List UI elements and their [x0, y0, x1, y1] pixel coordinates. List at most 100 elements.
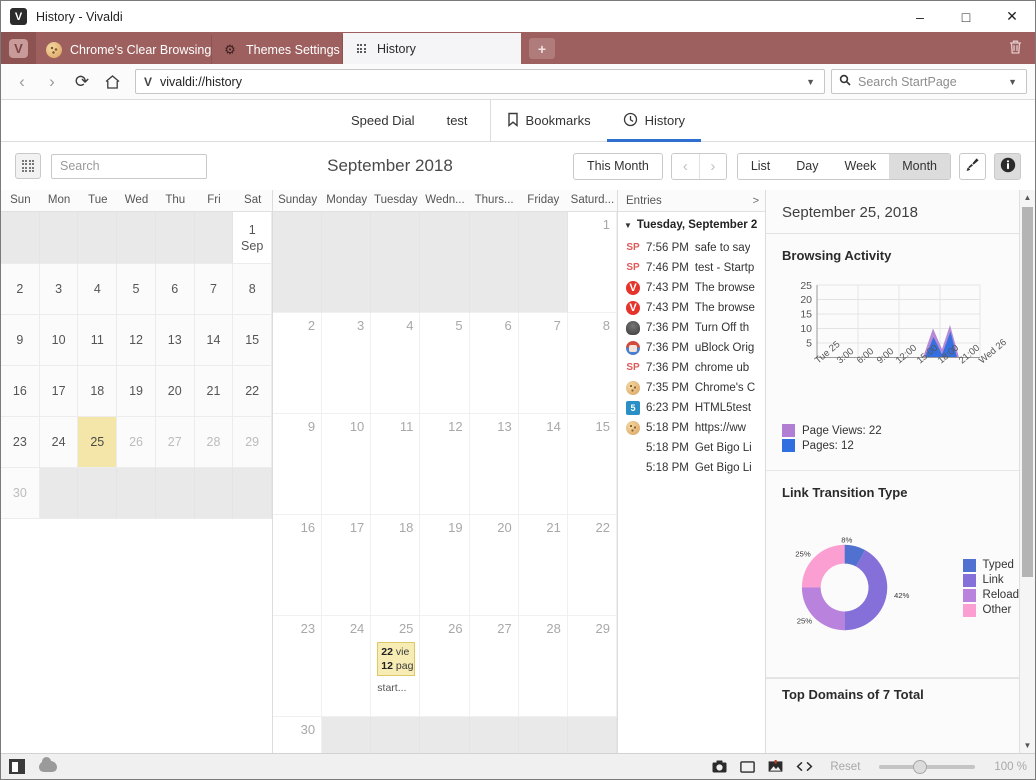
mini-day-cell-14[interactable]: 14 — [194, 315, 234, 366]
day-cell-16[interactable]: 16 — [273, 515, 323, 616]
day-cell-21[interactable]: 21 — [518, 515, 568, 616]
vivaldi-menu-button[interactable]: V — [1, 32, 36, 64]
day-cell-20[interactable]: 20 — [469, 515, 519, 616]
cloud-icon[interactable] — [39, 757, 57, 772]
tab-history[interactable]: History — [343, 33, 521, 64]
history-search-input[interactable]: Search — [51, 153, 207, 179]
trash-icon[interactable] — [1008, 39, 1023, 59]
mini-day-cell-9[interactable]: 9 — [1, 315, 40, 366]
mini-day-cell-4[interactable]: 4 — [78, 264, 118, 315]
maximize-button[interactable]: □ — [943, 1, 989, 32]
scrollbar-thumb[interactable] — [1022, 207, 1033, 577]
window-icon[interactable] — [740, 760, 756, 773]
reload-button[interactable]: ⟳ — [67, 67, 97, 97]
day-cell-28[interactable]: 28 — [518, 616, 568, 717]
day-cell-27[interactable]: 27 — [469, 616, 519, 717]
day-cell-13[interactable]: 13 — [469, 414, 519, 515]
list-item[interactable]: 5:18 PM Get Bigo Li — [618, 458, 765, 478]
mini-day-cell-11[interactable]: 11 — [78, 315, 118, 366]
tab-history-page[interactable]: History — [606, 100, 702, 142]
mini-day-cell-2[interactable]: 2 — [1, 264, 40, 315]
minimize-button[interactable]: ‒ — [897, 1, 943, 32]
scroll-down-icon[interactable]: ▼ — [1020, 738, 1035, 753]
day-cell-18[interactable]: 18 — [371, 515, 421, 616]
day-entry-label[interactable]: start... — [377, 682, 413, 694]
mini-day-cell-21[interactable]: 21 — [194, 366, 234, 417]
mini-day-cell-18[interactable]: 18 — [78, 366, 118, 417]
day-cell-22[interactable]: 22 — [567, 515, 617, 616]
list-item[interactable]: 5:18 PM Get Bigo Li — [618, 438, 765, 458]
mini-day-cell-8[interactable]: 8 — [233, 264, 273, 315]
day-cell-9[interactable]: 9 — [273, 414, 323, 515]
day-cell-2[interactable]: 2 — [273, 313, 323, 414]
mini-day-cell-15[interactable]: 15 — [233, 315, 273, 366]
url-dropdown-icon[interactable]: ▼ — [797, 77, 824, 87]
day-cell-14[interactable]: 14 — [518, 414, 568, 515]
mini-day-cell-28[interactable]: 28 — [194, 417, 234, 468]
mini-day-cell-12[interactable]: 12 — [117, 315, 156, 366]
day-cell-25-selected[interactable]: 25 22 vie 12 pag start... — [371, 616, 421, 717]
day-cell-15[interactable]: 15 — [567, 414, 617, 515]
back-button[interactable]: ‹ — [7, 67, 37, 97]
next-period-button[interactable]: › — [698, 153, 726, 179]
search-field[interactable]: Search StartPage ▼ — [831, 69, 1027, 94]
tab-test[interactable]: test — [431, 100, 484, 141]
mini-day-cell-25-selected[interactable]: 25 — [78, 417, 118, 468]
this-month-button[interactable]: This Month — [572, 152, 663, 180]
view-mode-month[interactable]: Month — [889, 153, 950, 179]
day-cell-5[interactable]: 5 — [420, 313, 470, 414]
mini-day-cell-10[interactable]: 10 — [39, 315, 79, 366]
mini-day-cell-29[interactable]: 29 — [233, 417, 273, 468]
mini-day-cell-3[interactable]: 3 — [39, 264, 79, 315]
search-engine-dropdown-icon[interactable]: ▼ — [999, 77, 1026, 87]
list-item[interactable]: SP 7:56 PM safe to say — [618, 238, 765, 258]
info-panel-scrollbar[interactable]: ▲ ▼ — [1019, 190, 1035, 753]
day-cell-10[interactable]: 10 — [322, 414, 372, 515]
list-item[interactable]: 5:18 PM https://ww — [618, 418, 765, 438]
new-tab-button[interactable]: + — [529, 38, 555, 59]
mini-day-cell-27[interactable]: 27 — [155, 417, 195, 468]
day-stats-badge[interactable]: 22 vie 12 pag — [377, 642, 416, 677]
mini-day-cell-1[interactable]: 1 Sep — [233, 212, 273, 264]
day-cell-1[interactable]: 1 — [567, 212, 617, 313]
grid-view-button[interactable] — [15, 153, 41, 179]
zoom-reset-button[interactable]: Reset — [830, 761, 860, 773]
day-cell-8[interactable]: 8 — [567, 313, 617, 414]
mini-day-cell-17[interactable]: 17 — [39, 366, 79, 417]
day-cell-17[interactable]: 17 — [322, 515, 372, 616]
tab-chromes-clear-browsing-data[interactable]: Chrome's Clear Browsing Dat — [36, 35, 212, 64]
day-cell-4[interactable]: 4 — [371, 313, 421, 414]
mini-day-cell-30[interactable]: 30 — [1, 468, 40, 519]
day-cell-24[interactable]: 24 — [322, 616, 372, 717]
camera-icon[interactable] — [712, 760, 727, 773]
forward-button[interactable]: › — [37, 67, 67, 97]
list-item[interactable]: V 7:43 PM The browse — [618, 298, 765, 318]
tab-bookmarks[interactable]: Bookmarks — [489, 100, 607, 141]
image-icon[interactable] — [768, 760, 783, 773]
mini-day-cell-7[interactable]: 7 — [194, 264, 234, 315]
mini-day-cell-20[interactable]: 20 — [155, 366, 195, 417]
entries-group-header[interactable]: ▼ Tuesday, September 2 — [618, 212, 765, 238]
code-icon[interactable] — [796, 761, 813, 772]
zoom-slider[interactable] — [879, 759, 976, 774]
list-item[interactable]: 7:36 PM uBlock Orig — [618, 338, 765, 358]
mini-day-cell-24[interactable]: 24 — [39, 417, 79, 468]
mini-day-cell-13[interactable]: 13 — [155, 315, 195, 366]
list-item[interactable]: 7:35 PM Chrome's C — [618, 378, 765, 398]
clear-browsing-data-button[interactable] — [959, 152, 986, 180]
search-input[interactable]: Search StartPage — [858, 75, 999, 89]
mini-day-cell-19[interactable]: 19 — [117, 366, 156, 417]
mini-day-cell-5[interactable]: 5 — [117, 264, 156, 315]
day-cell-3[interactable]: 3 — [322, 313, 372, 414]
view-mode-week[interactable]: Week — [831, 153, 890, 179]
day-cell-7[interactable]: 7 — [518, 313, 568, 414]
list-item[interactable]: V 7:43 PM The browse — [618, 278, 765, 298]
info-panel-button[interactable] — [994, 152, 1021, 180]
list-item[interactable]: 5 6:23 PM HTML5test — [618, 398, 765, 418]
mini-day-cell-26[interactable]: 26 — [117, 417, 156, 468]
close-button[interactable]: ✕ — [989, 1, 1035, 32]
tab-themes-settings[interactable]: ⚙ Themes Settings — [212, 35, 343, 64]
tab-speed-dial[interactable]: Speed Dial — [335, 100, 431, 141]
day-cell-30[interactable]: 30 — [273, 717, 323, 753]
day-cell-11[interactable]: 11 — [371, 414, 421, 515]
